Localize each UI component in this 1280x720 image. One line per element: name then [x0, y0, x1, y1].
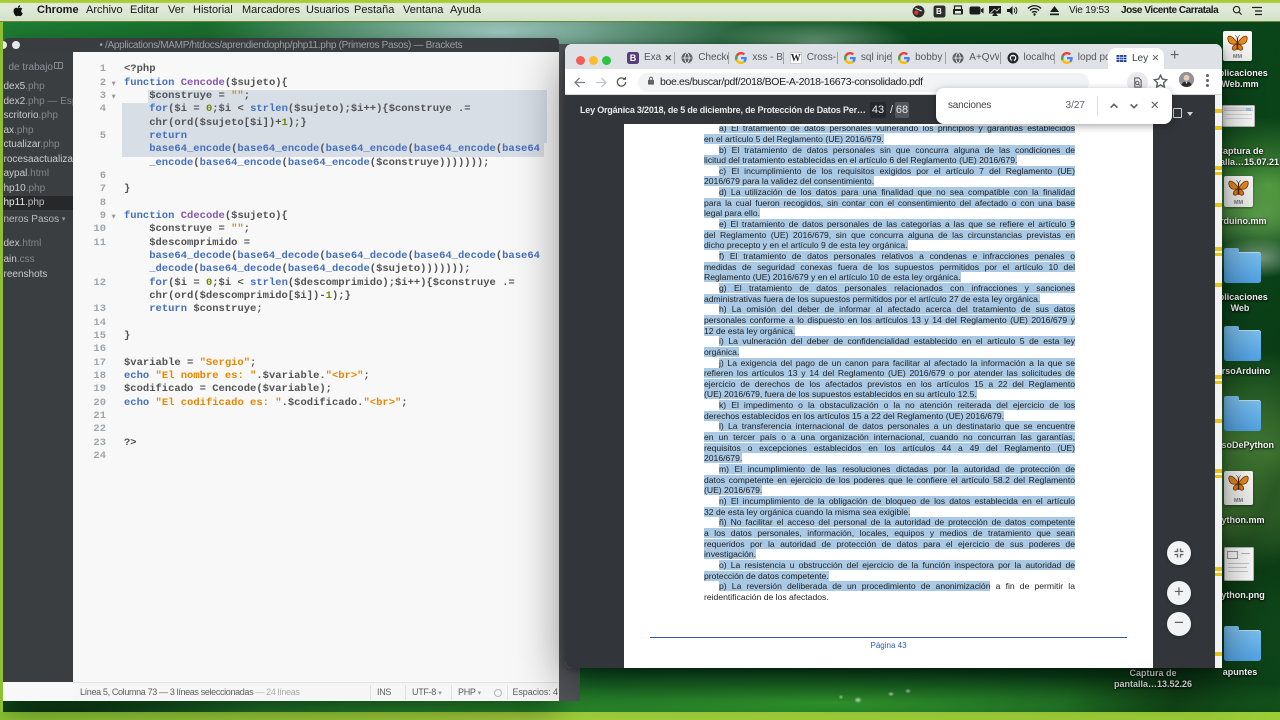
svg-text:B: B: [936, 7, 942, 16]
